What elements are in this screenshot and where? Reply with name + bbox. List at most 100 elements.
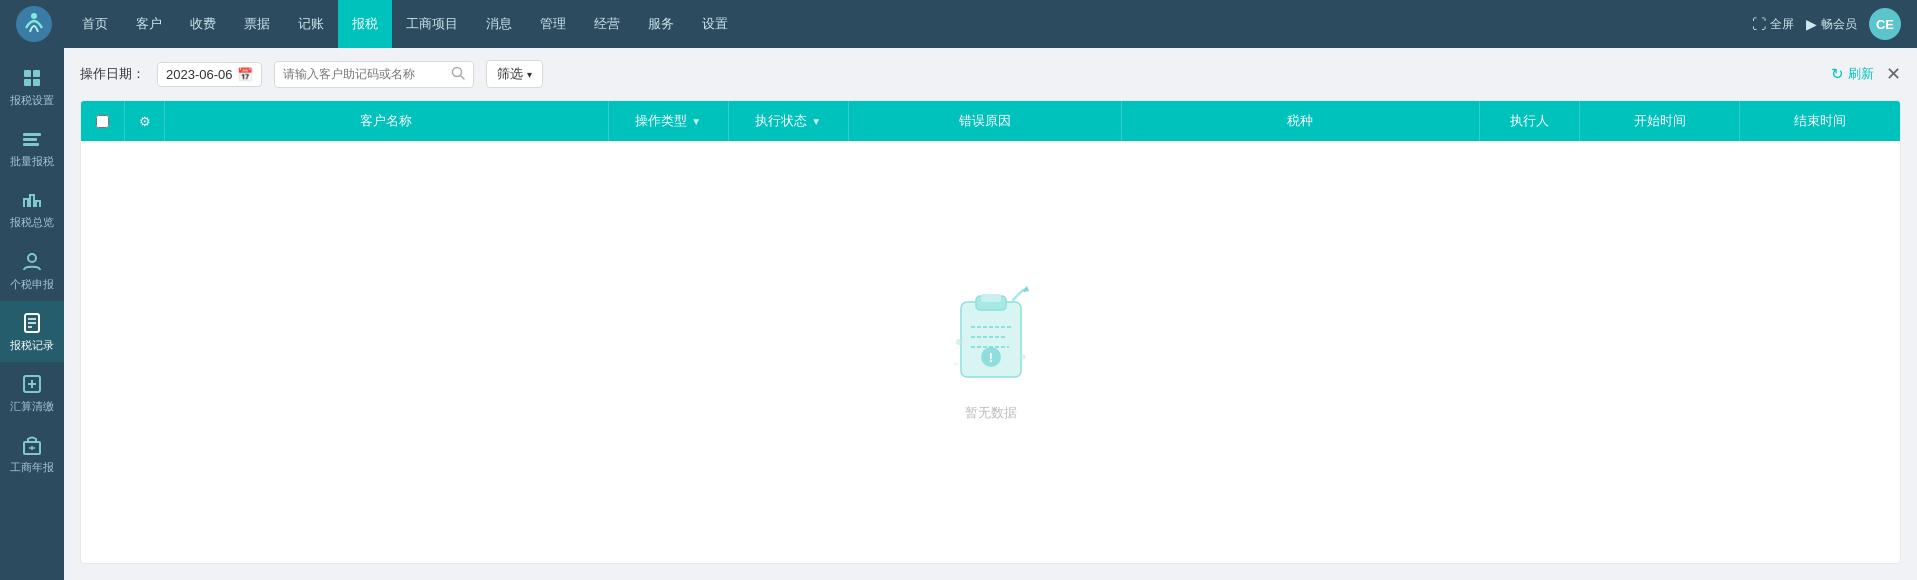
th-starttime-label: 开始时间	[1634, 112, 1686, 130]
svg-rect-5	[33, 79, 40, 86]
svg-point-32	[956, 339, 962, 345]
sidebar-item-baoshuizonglan[interactable]: 报税总览	[0, 178, 64, 239]
filter-label: 筛选	[497, 65, 523, 83]
nav-item-bookkeeping[interactable]: 记账	[284, 0, 338, 48]
baoshuizonglan-icon	[20, 188, 44, 212]
svg-rect-8	[23, 143, 39, 146]
sort-icon-status: ▼	[811, 116, 821, 127]
date-picker[interactable]: 2023-06-06 📅	[157, 62, 262, 87]
nav-right-area: ⛶ 全屏 ▶ 畅会员 CE	[1752, 8, 1901, 40]
filter-button[interactable]: 筛选 ▾	[486, 60, 543, 88]
main-layout: 报税设置 批量报税 报税总览	[0, 48, 1917, 580]
nav-item-fee[interactable]: 收费	[176, 0, 230, 48]
th-executor: 执行人	[1480, 101, 1580, 141]
app-logo[interactable]	[16, 6, 52, 42]
member-label: 畅会员	[1821, 16, 1857, 33]
fullscreen-label: 全屏	[1770, 16, 1794, 33]
th-endtime: 结束时间	[1740, 101, 1900, 141]
piliangbaoshui-icon	[20, 127, 44, 151]
sidebar-label-gongshangnianba: 工商年报	[10, 461, 54, 474]
th-client-label: 客户名称	[360, 112, 412, 130]
sidebar-item-piliangbaoshui[interactable]: 批量报税	[0, 117, 64, 178]
sidebar-item-gongshangnianba[interactable]: 工商年报	[0, 423, 64, 484]
close-button[interactable]: ✕	[1886, 65, 1901, 83]
svg-point-34	[954, 362, 958, 366]
th-starttime: 开始时间	[1580, 101, 1740, 141]
nav-item-operation[interactable]: 经营	[580, 0, 634, 48]
svg-rect-4	[24, 79, 31, 86]
th-status[interactable]: 执行状态 ▼	[729, 101, 849, 141]
svg-rect-7	[23, 138, 37, 141]
sidebar-label-baoshuishezhi: 报税设置	[10, 94, 54, 107]
search-icon	[451, 66, 465, 83]
svg-point-0	[16, 6, 52, 42]
th-error-label: 错误原因	[959, 112, 1011, 130]
sidebar-item-baoshuijilu[interactable]: 报税记录	[0, 301, 64, 362]
svg-rect-2	[24, 70, 31, 77]
svg-point-9	[28, 254, 36, 262]
chevron-down-icon: ▾	[527, 69, 532, 80]
th-endtime-label: 结束时间	[1794, 112, 1846, 130]
nav-item-invoice[interactable]: 票据	[230, 0, 284, 48]
nav-item-message[interactable]: 消息	[472, 0, 526, 48]
geshusenbao-icon	[20, 250, 44, 274]
gongshangnianba-icon	[20, 433, 44, 457]
sidebar-item-huisuanjiaona[interactable]: 汇算清缴	[0, 362, 64, 423]
sidebar: 报税设置 批量报税 报税总览	[0, 48, 64, 580]
svg-rect-24	[981, 294, 1001, 302]
empty-state: ! 暂无数据	[941, 282, 1041, 422]
baoshuishezhi-icon	[20, 66, 44, 90]
th-client: 客户名称	[165, 101, 609, 141]
th-executor-label: 执行人	[1510, 112, 1549, 130]
gear-icon: ⚙	[139, 114, 151, 129]
sidebar-label-huisuanjiaona: 汇算清缴	[10, 400, 54, 413]
nav-item-home[interactable]: 首页	[68, 0, 122, 48]
search-box[interactable]	[274, 61, 474, 88]
svg-point-33	[1020, 355, 1025, 360]
nav-item-settings[interactable]: 设置	[688, 0, 742, 48]
sort-icon-optype: ▼	[691, 116, 701, 127]
th-optype-label: 操作类型	[635, 112, 687, 130]
th-gear[interactable]: ⚙	[125, 101, 165, 141]
refresh-button[interactable]: ↻ 刷新	[1831, 65, 1874, 83]
top-navigation: 首页 客户 收费 票据 记账 报税 工商项目 消息 管理 经营 服务 设置 ⛶ …	[0, 0, 1917, 48]
search-input[interactable]	[283, 67, 447, 81]
date-value: 2023-06-06	[166, 67, 233, 82]
th-status-label: 执行状态	[755, 112, 807, 130]
sidebar-label-piliangbaoshui: 批量报税	[10, 155, 54, 168]
member-button[interactable]: ▶ 畅会员	[1806, 16, 1857, 33]
empty-text: 暂无数据	[965, 404, 1017, 422]
table-body: ! 暂无数据	[81, 141, 1900, 563]
svg-line-21	[460, 75, 464, 79]
toolbar-right: ↻ 刷新 ✕	[1831, 65, 1901, 83]
sidebar-label-geshusenbao: 个税申报	[10, 278, 54, 291]
svg-point-1	[31, 13, 37, 19]
sidebar-item-geshusenbao[interactable]: 个税申报	[0, 240, 64, 301]
nav-item-service[interactable]: 服务	[634, 0, 688, 48]
nav-item-tax[interactable]: 报税	[338, 0, 392, 48]
svg-rect-6	[23, 133, 41, 136]
nav-item-manage[interactable]: 管理	[526, 0, 580, 48]
svg-marker-31	[1023, 286, 1029, 292]
nav-items-list: 首页 客户 收费 票据 记账 报税 工商项目 消息 管理 经营 服务 设置	[68, 0, 1752, 48]
nav-item-client[interactable]: 客户	[122, 0, 176, 48]
avatar[interactable]: CE	[1869, 8, 1901, 40]
toolbar: 操作日期： 2023-06-06 📅 筛选 ▾	[64, 48, 1917, 100]
select-all-checkbox[interactable]	[96, 115, 109, 128]
sidebar-label-baoshuijilu: 报税记录	[10, 339, 54, 352]
fullscreen-button[interactable]: ⛶ 全屏	[1752, 16, 1794, 33]
th-optype[interactable]: 操作类型 ▼	[609, 101, 729, 141]
th-taxtype: 税种	[1122, 101, 1480, 141]
huisuanjiaona-icon	[20, 372, 44, 396]
th-checkbox[interactable]	[81, 101, 125, 141]
fullscreen-icon: ⛶	[1752, 16, 1766, 32]
sidebar-label-baoshuizonglan: 报税总览	[10, 216, 54, 229]
sidebar-item-baoshuishezhi[interactable]: 报税设置	[0, 56, 64, 117]
th-taxtype-label: 税种	[1287, 112, 1313, 130]
baoshuijilu-icon	[20, 311, 44, 335]
th-error: 错误原因	[849, 101, 1122, 141]
video-icon: ▶	[1806, 16, 1817, 32]
nav-item-business[interactable]: 工商项目	[392, 0, 472, 48]
svg-line-30	[1013, 290, 1023, 300]
table-container: ⚙ 客户名称 操作类型 ▼ 执行状态 ▼ 错误原因 税种	[80, 100, 1901, 564]
